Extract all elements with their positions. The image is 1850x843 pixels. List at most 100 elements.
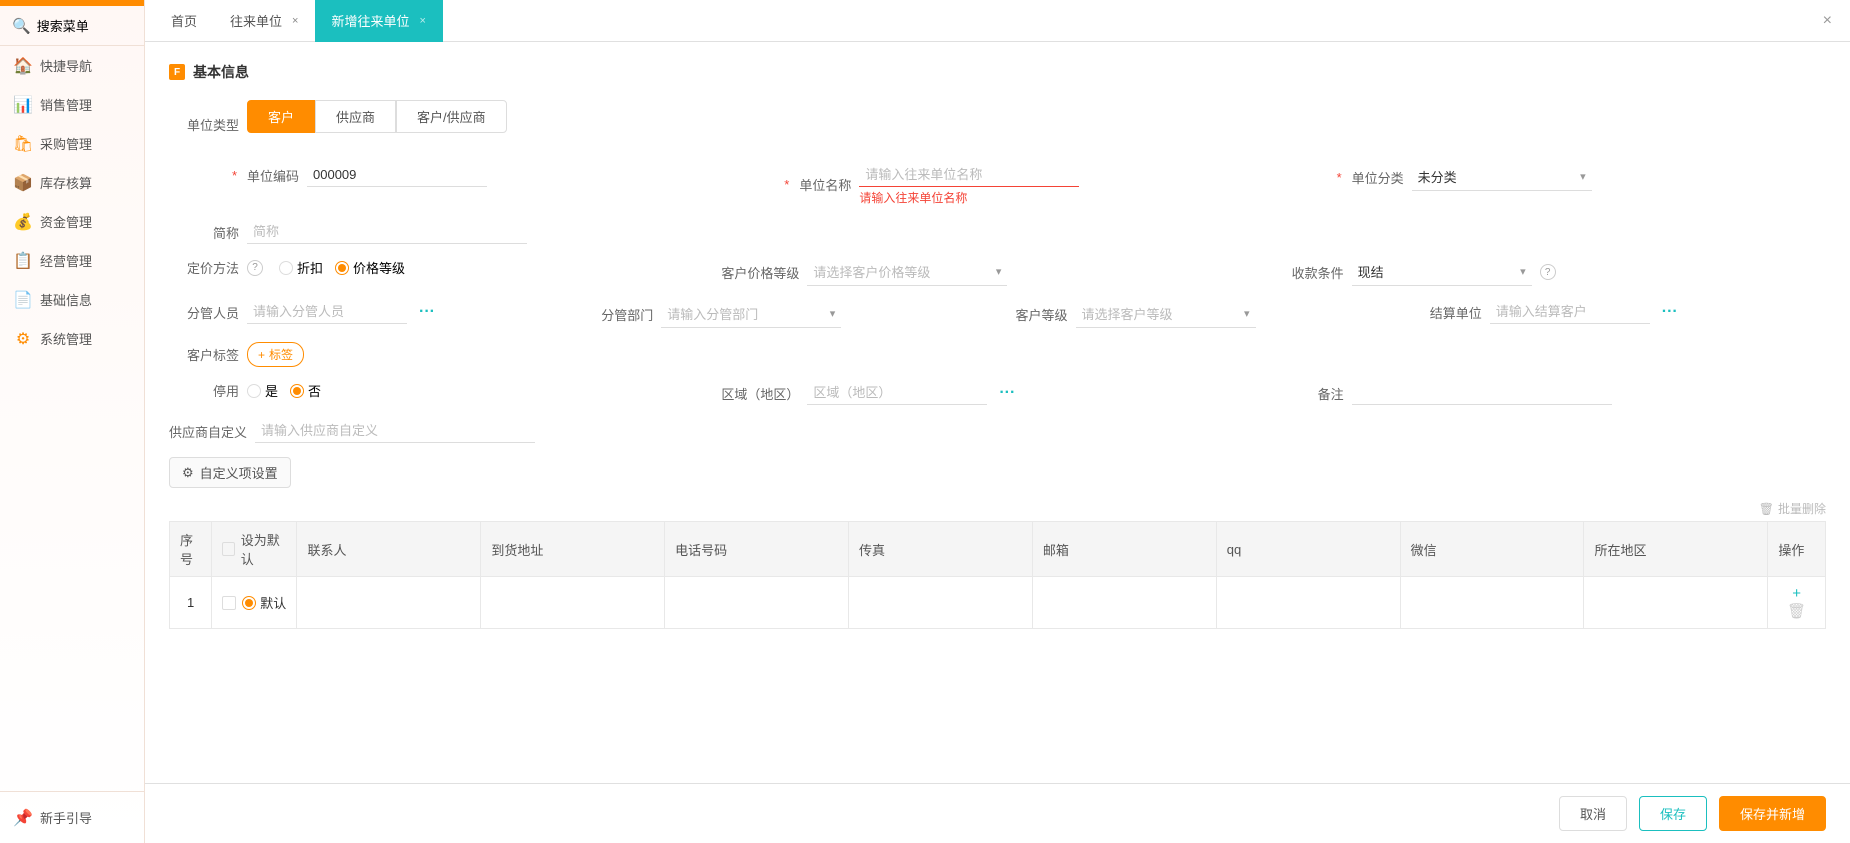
row-default-label: 默认 [260,593,286,612]
contacts-table-wrapper: 序号 设为默认 联系人 到货地址 电话号码 传真 邮箱 qq [169,521,1826,629]
sidebar-search[interactable]: 🔍 搜索菜单 [0,6,144,46]
sidebar-item-quick-nav[interactable]: 🏠 快捷导航 [0,46,144,85]
tab-bar: 首页 往来单位 × 新增往来单位 × × [145,0,1850,42]
pricing-level-radio[interactable]: 价格等级 [335,258,405,277]
main-area: 首页 往来单位 × 新增往来单位 × × F 基本信息 单位类型 客户 供应 [145,0,1850,843]
sidebar-item-purchase[interactable]: 🛍 采购管理 [0,124,144,163]
disabled-row: 停用 是 否 区域（地区） ··· [169,381,1826,405]
abbreviation-row: 简称 [169,220,1826,244]
row-email [1032,577,1216,629]
sidebar-item-system[interactable]: ⚙ 系统管理 [0,319,144,358]
unit-type-supplier[interactable]: 供应商 [315,100,396,133]
unit-category-required: * [1274,170,1344,185]
table-row: 1 默认 [170,577,1826,629]
col-default-label: 设为默认 [241,530,287,568]
payment-terms-value: 现结 [1358,262,1516,281]
row-qq-input[interactable] [1227,591,1390,614]
pricing-method-label: 定价方法 [169,258,239,277]
add-row-btn[interactable]: + [1789,585,1804,602]
gear-icon: ⚙ [182,465,194,481]
row-region-input[interactable] [1594,591,1757,614]
select-all-checkbox[interactable] [222,542,235,556]
row-phone-input[interactable] [675,591,838,614]
batch-delete-label: 批量删除 [1778,500,1826,517]
unit-type-both[interactable]: 客户/供应商 [396,100,507,133]
pricing-radio-group: 折扣 价格等级 [279,258,405,277]
region-more-btn[interactable]: ··· [995,384,1019,402]
customer-price-level-select[interactable]: 请选择客户价格等级 ▾ [807,258,1007,286]
sidebar-item-finance[interactable]: 💰 资金管理 [0,202,144,241]
sidebar-item-basic-info[interactable]: 📄 基础信息 [0,280,144,319]
unit-code-input[interactable] [307,163,487,187]
chevron-down-icon: ▾ [1580,170,1586,183]
settlement-unit-more-btn[interactable]: ··· [1658,303,1682,321]
manager-field: 分管人员 ··· [169,300,583,324]
row-wechat-input[interactable] [1411,591,1574,614]
unit-type-group: 客户 供应商 客户/供应商 [247,100,507,133]
row-fax-input[interactable] [859,591,1022,614]
tab-new-contact[interactable]: 新增往来单位 × [315,0,442,42]
row-email-input[interactable] [1043,591,1206,614]
pricing-discount-radio[interactable]: 折扣 [279,258,323,277]
manager-label: 分管人员 [169,303,239,322]
remarks-input[interactable] [1352,381,1612,405]
row-default-radio[interactable]: 默认 [242,593,286,612]
manager-more-btn[interactable]: ··· [415,303,439,321]
tab-new-contact-close[interactable]: × [419,15,425,27]
region-field: 区域（地区） ··· [721,381,1273,405]
chevron-down-icon-2: ▾ [996,265,1002,278]
sidebar-item-operations[interactable]: 📋 经营管理 [0,241,144,280]
save-button[interactable]: 保存 [1639,796,1707,831]
tags-field: 客户标签 + 标签 [169,342,1826,367]
add-tag-button[interactable]: + 标签 [247,342,304,367]
disabled-yes-radio[interactable]: 是 [247,381,278,400]
supplier-custom-input[interactable] [255,419,535,443]
row-contact-input[interactable] [307,591,470,614]
sidebar-item-sales[interactable]: 📊 销售管理 [0,85,144,124]
abbreviation-input[interactable] [247,220,527,244]
payment-terms-select[interactable]: 现结 ▾ [1352,258,1532,286]
col-address: 到货地址 [481,522,665,577]
customer-level-field: 客户等级 请选择客户等级 ▾ [998,300,1412,328]
department-field: 分管部门 请输入分管部门 ▾ [583,300,997,328]
purchase-icon: 🛍 [14,135,32,153]
row-phone [665,577,849,629]
pricing-help-icon[interactable]: ? [247,260,263,276]
col-action: 操作 [1768,522,1826,577]
save-and-new-button[interactable]: 保存并新增 [1719,796,1826,831]
cancel-button[interactable]: 取消 [1559,796,1627,831]
disabled-label: 停用 [169,381,239,400]
disabled-no-outer [290,384,304,398]
delete-row-btn[interactable]: 🗑 [1784,603,1809,620]
chevron-down-icon-5: ▾ [1244,307,1250,320]
settlement-unit-input[interactable] [1490,300,1650,324]
sidebar-item-guide[interactable]: 📌 新手引导 [0,800,144,835]
manager-input[interactable] [247,300,407,324]
customer-level-select[interactable]: 请选择客户等级 ▾ [1076,300,1256,328]
supplier-custom-field: 供应商自定义 [169,419,1826,443]
payment-terms-help-icon[interactable]: ? [1540,264,1556,280]
col-phone: 电话号码 [665,522,849,577]
row-default: 默认 [212,577,297,629]
region-input[interactable] [807,381,987,405]
disabled-no-radio[interactable]: 否 [290,381,321,400]
close-all-tabs[interactable]: × [1815,12,1840,30]
unit-type-customer[interactable]: 客户 [247,100,315,133]
section-icon: F [169,64,185,80]
tab-contacts[interactable]: 往来单位 × [214,0,315,42]
sidebar-item-label: 系统管理 [40,329,92,348]
tab-home[interactable]: 首页 [155,0,214,42]
unit-category-select[interactable]: 未分类 ▾ [1412,163,1592,191]
department-select[interactable]: 请输入分管部门 ▾ [661,300,841,328]
batch-delete-btn[interactable]: 🗑 批量删除 [169,500,1826,517]
unit-code-field: * 单位编码 [169,163,721,187]
custom-settings-label: 自定义项设置 [200,463,278,482]
section-icon-text: F [174,67,180,78]
pricing-level-label: 价格等级 [353,258,405,277]
sidebar-item-inventory[interactable]: 📦 库存核算 [0,163,144,202]
row-address-input[interactable] [491,591,654,614]
tab-contacts-close[interactable]: × [292,15,298,27]
custom-settings-button[interactable]: ⚙ 自定义项设置 [169,457,291,488]
row-checkbox[interactable] [222,596,236,610]
unit-name-input[interactable] [859,163,1079,187]
